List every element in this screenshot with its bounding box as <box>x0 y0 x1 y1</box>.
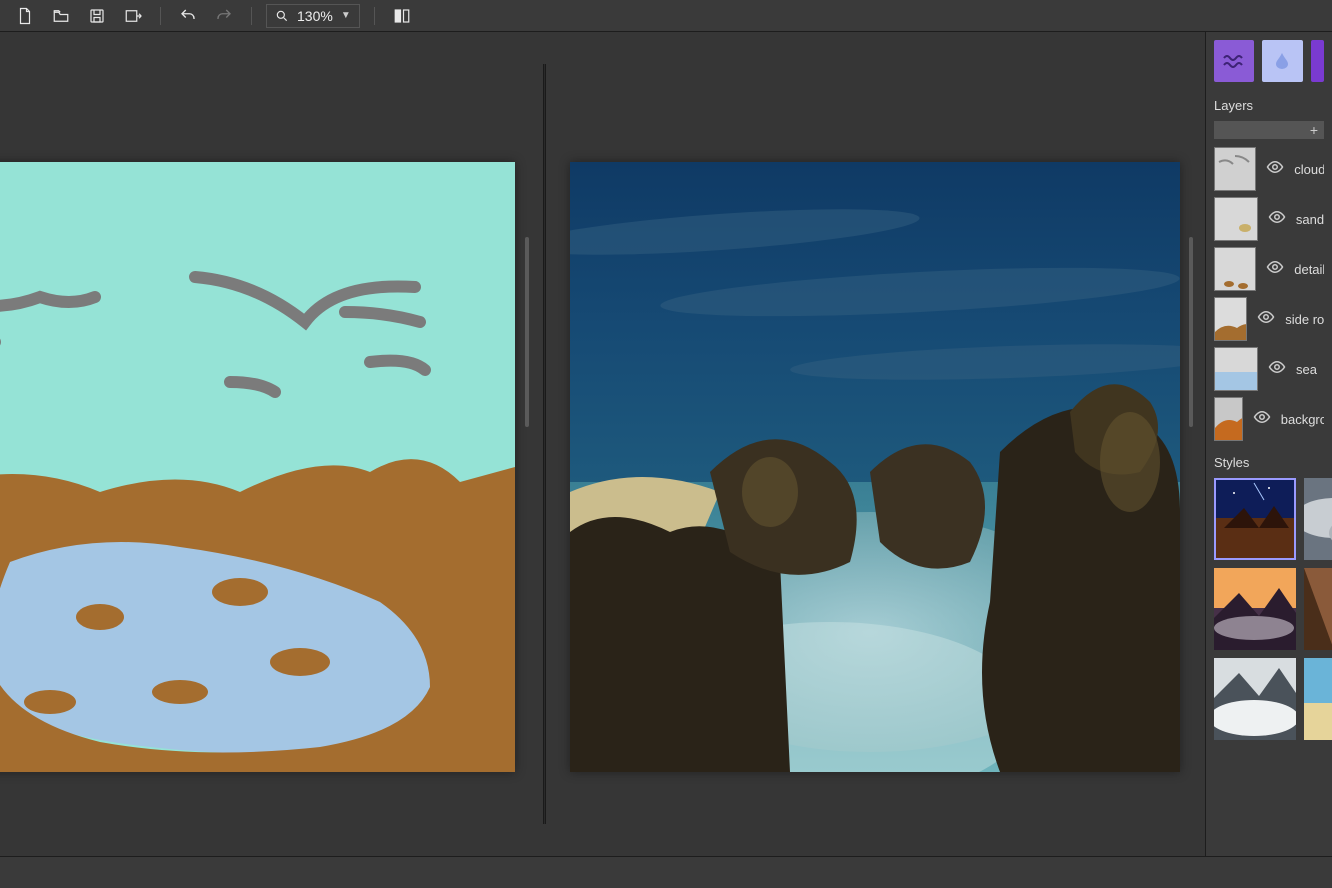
new-file-icon[interactable] <box>12 3 38 29</box>
layers-list: cloud sand detail side rock sea backgrou… <box>1214 147 1324 441</box>
style-tile[interactable] <box>1304 658 1332 740</box>
style-tile[interactable] <box>1304 478 1332 560</box>
bottom-bar <box>0 856 1332 888</box>
layer-thumb <box>1214 197 1258 241</box>
styles-grid <box>1214 478 1324 740</box>
material-water[interactable] <box>1214 40 1254 82</box>
layer-thumb <box>1214 397 1243 441</box>
layer-row[interactable]: background <box>1214 397 1324 441</box>
top-toolbar: 130% ▼ <box>0 0 1332 32</box>
layer-row[interactable]: detail <box>1214 247 1324 291</box>
layer-row[interactable]: sea <box>1214 347 1324 391</box>
visibility-icon[interactable] <box>1268 208 1286 231</box>
material-snow[interactable] <box>1262 40 1302 82</box>
separator <box>374 7 375 25</box>
scrollbar[interactable] <box>1189 237 1193 427</box>
styles-title: Styles <box>1214 455 1324 470</box>
layers-title: Layers <box>1214 98 1324 113</box>
search-icon <box>275 9 289 23</box>
layer-row[interactable]: side rock <box>1214 297 1324 341</box>
layer-thumb <box>1214 147 1256 191</box>
drop-icon <box>1276 53 1288 69</box>
layer-thumb <box>1214 247 1256 291</box>
side-panel: Layers + cloud sand detail side rock sea <box>1205 32 1332 856</box>
layer-name: side rock <box>1285 312 1324 327</box>
layer-row[interactable]: cloud <box>1214 147 1324 191</box>
visibility-icon[interactable] <box>1253 408 1271 431</box>
scrollbar[interactable] <box>525 237 529 427</box>
layer-name: detail <box>1294 262 1324 277</box>
open-folder-icon[interactable] <box>48 3 74 29</box>
separator <box>160 7 161 25</box>
add-layer-button[interactable]: + <box>1214 121 1324 139</box>
layer-name: background <box>1281 412 1324 427</box>
layer-row[interactable]: sand <box>1214 197 1324 241</box>
canvas-stage <box>0 32 1332 856</box>
export-icon[interactable] <box>120 3 146 29</box>
split-divider[interactable] <box>543 64 546 824</box>
layer-name: sea <box>1296 362 1317 377</box>
layer-thumb <box>1214 347 1258 391</box>
material-other[interactable] <box>1311 40 1324 82</box>
layer-thumb <box>1214 297 1247 341</box>
output-canvas[interactable] <box>570 162 1180 772</box>
layer-name: cloud <box>1294 162 1324 177</box>
style-tile[interactable] <box>1304 568 1332 650</box>
material-swatches <box>1214 40 1324 82</box>
semantic-canvas[interactable] <box>0 162 515 772</box>
waves-icon <box>1223 54 1245 68</box>
save-icon[interactable] <box>84 3 110 29</box>
separator <box>251 7 252 25</box>
visibility-icon[interactable] <box>1257 308 1275 331</box>
visibility-icon[interactable] <box>1266 158 1284 181</box>
visibility-icon[interactable] <box>1266 258 1284 281</box>
plus-icon: + <box>1310 122 1318 138</box>
undo-icon[interactable] <box>175 3 201 29</box>
visibility-icon[interactable] <box>1268 358 1286 381</box>
zoom-dropdown[interactable]: 130% ▼ <box>266 4 360 28</box>
chevron-down-icon: ▼ <box>341 10 351 21</box>
style-tile[interactable] <box>1214 658 1296 740</box>
layer-name: sand <box>1296 212 1324 227</box>
compare-icon[interactable] <box>389 3 415 29</box>
zoom-value: 130% <box>297 8 333 24</box>
style-tile[interactable] <box>1214 478 1296 560</box>
style-tile[interactable] <box>1214 568 1296 650</box>
redo-icon[interactable] <box>211 3 237 29</box>
